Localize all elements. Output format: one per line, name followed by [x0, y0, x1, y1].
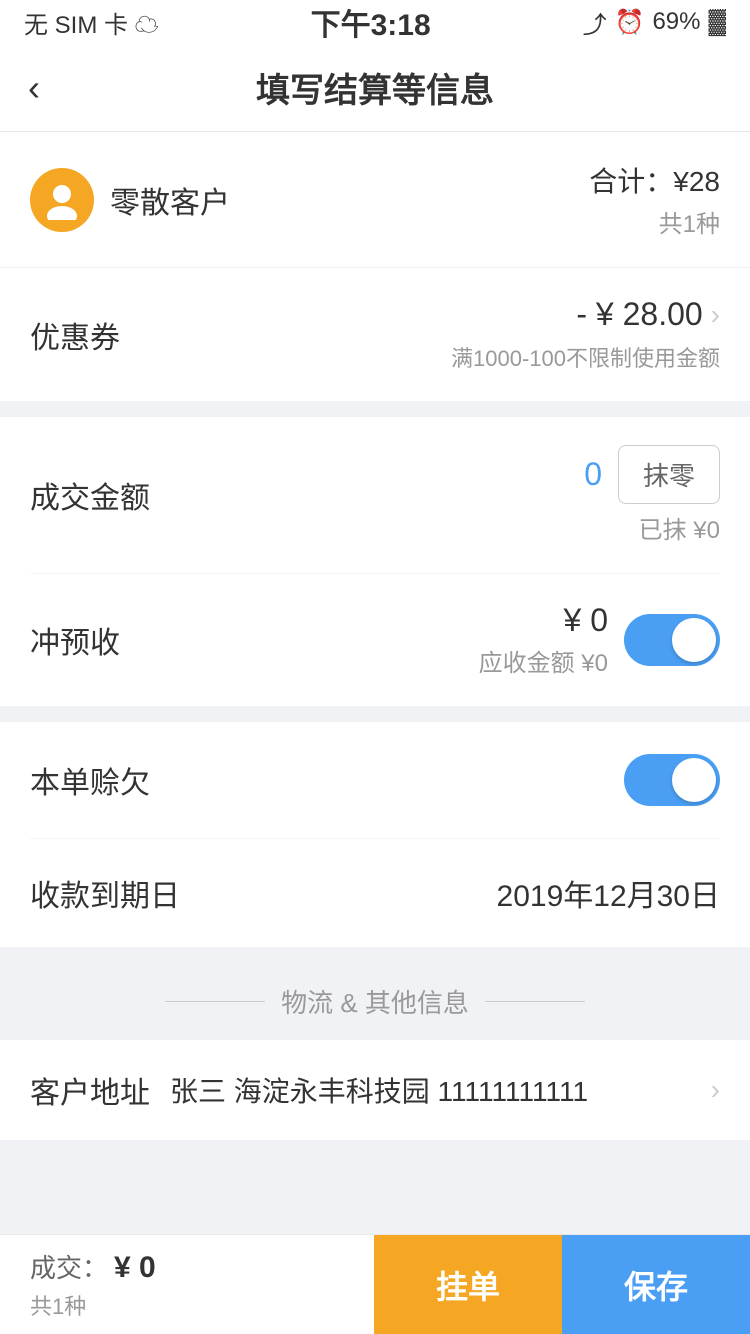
logistics-title: 物流 & 其他信息: [281, 983, 469, 1020]
customer-section: 零散客户 合计：¥28 共1种 优惠券 - ¥ 28.00 › 满1000-10…: [0, 132, 750, 401]
sim-status: 无 SIM 卡 ☁: [24, 5, 159, 40]
address-row[interactable]: 客户地址 张三 海淀永丰科技园 11111111111 ›: [0, 1040, 750, 1140]
debt-label: 本单赊欠: [30, 758, 150, 802]
battery-icon: ▓: [709, 8, 727, 36]
back-button[interactable]: ‹: [28, 67, 40, 109]
debt-section: 本单赊欠 收款到期日 2019年12月30日: [0, 722, 750, 947]
deal-amount-label: 成交金额: [30, 473, 150, 517]
bottom-amount: ¥ 0: [114, 1251, 156, 1285]
debt-row: 本单赊欠: [30, 722, 720, 839]
customer-left: 零散客户: [30, 168, 230, 232]
coupon-chevron-icon: ›: [711, 299, 720, 331]
due-date-row: 收款到期日 2019年12月30日: [30, 839, 720, 947]
customer-total: 合计：¥28: [589, 160, 720, 200]
coupon-desc: 满1000-100不限制使用金额: [451, 341, 720, 373]
alarm-icon: ⏰: [615, 8, 645, 37]
location-icon: ⤴: [583, 5, 607, 40]
coupon-row[interactable]: 优惠券 - ¥ 28.00 › 满1000-100不限制使用金额: [0, 267, 750, 401]
status-right: ⤴ ⏰ 69% ▓: [583, 5, 726, 40]
bottom-info: 成交： ¥ 0 共1种: [0, 1235, 374, 1334]
transaction-section: 成交金额 0 抹零 已抹 ¥0 冲预收 ¥ 0 应收金额 ¥0: [0, 417, 750, 706]
status-bar: 无 SIM 卡 ☁ 下午3:18 ⤴ ⏰ 69% ▓: [0, 0, 750, 44]
customer-avatar: [30, 168, 94, 232]
deal-amount-value[interactable]: 0: [584, 456, 602, 493]
address-chevron-icon: ›: [711, 1074, 720, 1106]
nav-bar: ‹ 填写结算等信息: [0, 44, 750, 132]
advance-toggle[interactable]: [624, 614, 720, 666]
round-zero-button[interactable]: 抹零: [618, 445, 720, 504]
coupon-amount: - ¥ 28.00: [576, 296, 702, 333]
status-left: 无 SIM 卡 ☁: [24, 5, 159, 40]
advance-value: ¥ 0: [479, 602, 608, 639]
logistics-line-left: [165, 1001, 265, 1002]
battery-level: 69%: [652, 8, 700, 36]
save-button[interactable]: 保存: [562, 1235, 750, 1334]
toggle-knob: [672, 618, 716, 662]
customer-summary: 合计：¥28 共1种: [589, 160, 720, 239]
logistics-header-line: 物流 & 其他信息: [30, 983, 720, 1020]
bottom-deal-label: 成交：: [30, 1248, 108, 1285]
deal-amount-row: 成交金额 0 抹零 已抹 ¥0: [30, 417, 720, 574]
bottom-bar: 成交： ¥ 0 共1种 挂单 保存: [0, 1234, 750, 1334]
person-icon: [42, 180, 82, 220]
due-date-value[interactable]: 2019年12月30日: [497, 871, 720, 915]
advance-row: 冲预收 ¥ 0 应收金额 ¥0: [30, 574, 720, 706]
advance-label: 冲预收: [30, 618, 120, 662]
debt-toggle[interactable]: [624, 754, 720, 806]
status-time: 下午3:18: [311, 0, 431, 44]
bottom-count: 共1种: [30, 1289, 344, 1321]
coupon-label: 优惠券: [30, 313, 120, 357]
page-title: 填写结算等信息: [256, 63, 494, 112]
customer-count: 共1种: [589, 204, 720, 239]
suspend-button[interactable]: 挂单: [374, 1235, 562, 1334]
customer-row: 零散客户 合计：¥28 共1种: [0, 132, 750, 267]
due-date-label: 收款到期日: [30, 871, 180, 915]
customer-name: 零散客户: [110, 178, 230, 222]
address-label: 客户地址: [30, 1068, 150, 1112]
advance-sub: 应收金额 ¥0: [479, 643, 608, 678]
debt-toggle-knob: [672, 758, 716, 802]
logistics-header: 物流 & 其他信息: [0, 963, 750, 1040]
deal-amount-sub: 已抹 ¥0: [639, 510, 720, 545]
address-section: 客户地址 张三 海淀永丰科技园 11111111111 ›: [0, 1040, 750, 1140]
logistics-line-right: [485, 1001, 585, 1002]
address-value: 张三 海淀永丰科技园 11111111111: [170, 1070, 711, 1110]
